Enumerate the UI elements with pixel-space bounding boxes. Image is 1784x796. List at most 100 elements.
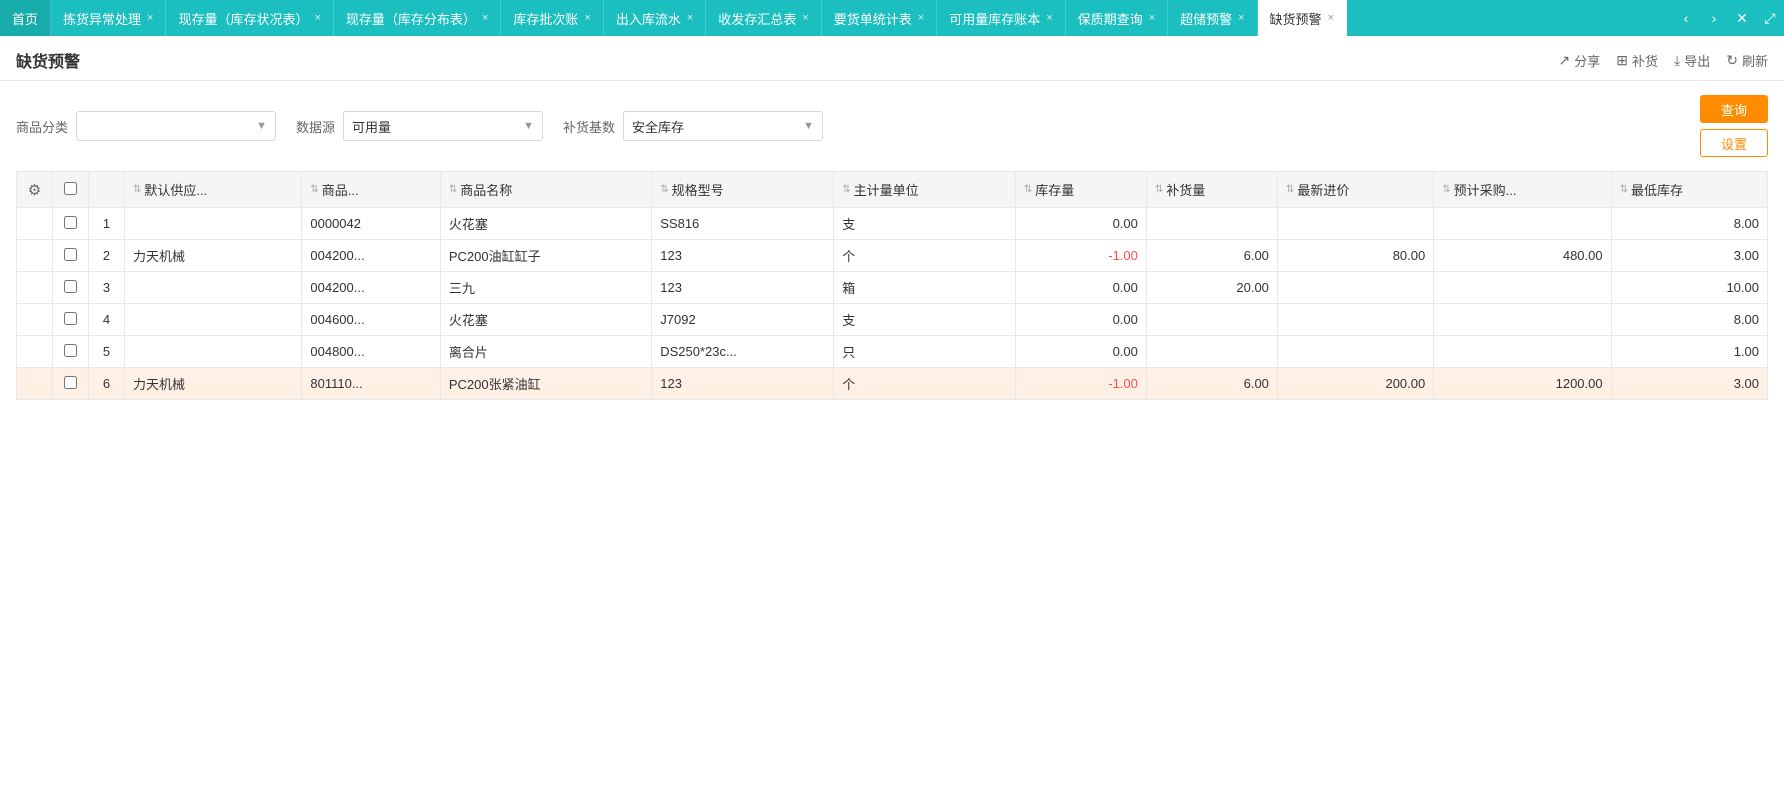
tab-purchase-stat[interactable]: 要货单统计表 × [822, 0, 937, 36]
filter-row: 商品分类 ▼ 数据源 可用量 ▼ 补货基数 安全库存 ▼ 查询 设置 [0, 81, 1784, 171]
datasource-select-arrow: ▼ [523, 120, 534, 132]
row-check-3[interactable] [53, 304, 89, 336]
row-spec-4: DS250*23c... [652, 336, 834, 368]
setting-button[interactable]: 设置 [1700, 129, 1768, 157]
tab-available-ledger[interactable]: 可用量库存账本 × [937, 0, 1065, 36]
row-supplier-5: 力天机械 [125, 368, 302, 400]
select-all-checkbox[interactable] [64, 182, 77, 195]
tab-stock-status[interactable]: 现存量（库存状况表） × [166, 0, 333, 36]
row-check-2[interactable] [53, 272, 89, 304]
row-code-5: 801110... [302, 368, 440, 400]
tab-overstock[interactable]: 超储预警 × [1168, 0, 1257, 36]
datasource-filter: 数据源 可用量 ▼ [296, 111, 543, 141]
export-button[interactable]: ⤓ 导出 [1674, 51, 1710, 70]
sort-icon-min: ⇅ [1620, 184, 1628, 195]
tab-close-all-button[interactable]: ✕ [1728, 0, 1756, 36]
th-index [89, 172, 125, 208]
row-checkbox-5[interactable] [64, 376, 77, 389]
tab-close-available-ledger[interactable]: × [1046, 12, 1052, 24]
table-container: ⚙ ⇅ 默认供应... ⇅ 商 [0, 171, 1784, 400]
row-name-0: 火花塞 [440, 208, 651, 240]
row-stock-5: -1.00 [1015, 368, 1146, 400]
tab-close-stock-dist[interactable]: × [482, 12, 488, 24]
tab-exception[interactable]: 拣货异常处理 × [51, 0, 166, 36]
sort-icon-supplier: ⇅ [133, 184, 141, 195]
row-spec-1: 123 [652, 240, 834, 272]
th-stock-qty: ⇅ 库存量 [1015, 172, 1146, 208]
row-min-stock-4: 1.00 [1611, 336, 1767, 368]
row-code-2: 004200... [302, 272, 440, 304]
table-body: 1 0000042 火花塞 SS816 支 0.00 8.00 2 力天机械 0… [17, 208, 1768, 400]
row-check-4[interactable] [53, 336, 89, 368]
tab-close-shortage[interactable]: × [1328, 12, 1334, 24]
tab-shortage[interactable]: 缺货预警 × [1258, 0, 1347, 36]
refresh-icon: ↻ [1726, 52, 1738, 69]
tab-close-batch-account[interactable]: × [584, 12, 590, 24]
row-replenish-1: 6.00 [1146, 240, 1277, 272]
row-checkbox-4[interactable] [64, 344, 77, 357]
row-index-3: 4 [89, 304, 125, 336]
row-check-5[interactable] [53, 368, 89, 400]
refresh-button[interactable]: ↻ 刷新 [1726, 51, 1768, 70]
replenish-button[interactable]: ⊞ 补货 [1616, 51, 1658, 70]
page-container: 缺货预警 ↗ 分享 ⊞ 补货 ⤓ 导出 ↻ 刷新 商品分类 [0, 36, 1784, 796]
sort-icon-code: ⇅ [310, 184, 318, 195]
tab-inout-flow[interactable]: 出入库流水 × [604, 0, 706, 36]
row-index-0: 1 [89, 208, 125, 240]
tab-batch-account[interactable]: 库存批次账 × [501, 0, 603, 36]
row-spec-2: 123 [652, 272, 834, 304]
th-product-name: ⇅ 商品名称 [440, 172, 651, 208]
query-button[interactable]: 查询 [1700, 95, 1768, 123]
row-gear-3 [17, 304, 53, 336]
tab-home[interactable]: 首页 [0, 0, 51, 36]
sort-icon-price: ⇅ [1286, 184, 1294, 195]
sort-icon-spec: ⇅ [660, 184, 668, 195]
datasource-select[interactable]: 可用量 ▼ [343, 111, 543, 141]
datasource-label: 数据源 [296, 117, 335, 136]
table-row: 4 004600... 火花塞 J7092 支 0.00 8.00 [17, 304, 1768, 336]
share-button[interactable]: ↗ 分享 [1559, 51, 1601, 70]
tab-close-overstock[interactable]: × [1238, 12, 1244, 24]
row-checkbox-3[interactable] [64, 312, 77, 325]
th-product-code: ⇅ 商品... [302, 172, 440, 208]
th-gear: ⚙ [17, 172, 53, 208]
row-checkbox-0[interactable] [64, 216, 77, 229]
row-code-3: 004600... [302, 304, 440, 336]
filter-actions: 查询 设置 [1700, 95, 1768, 157]
sort-icon-unit: ⇅ [842, 184, 850, 195]
row-unit-4: 只 [834, 336, 1016, 368]
sort-icon-name: ⇅ [449, 184, 457, 195]
row-min-stock-3: 8.00 [1611, 304, 1767, 336]
tab-expand-button[interactable]: ⤢ [1756, 0, 1784, 36]
row-check-1[interactable] [53, 240, 89, 272]
tab-close-receipt-summary[interactable]: × [802, 12, 808, 24]
row-check-0[interactable] [53, 208, 89, 240]
row-supplier-1: 力天机械 [125, 240, 302, 272]
tab-prev-button[interactable]: ‹ [1672, 0, 1700, 36]
row-name-3: 火花塞 [440, 304, 651, 336]
tab-close-purchase-stat[interactable]: × [918, 12, 924, 24]
row-checkbox-2[interactable] [64, 280, 77, 293]
row-name-1: PC200油缸缸子 [440, 240, 651, 272]
tab-next-button[interactable]: › [1700, 0, 1728, 36]
table-row: 6 力天机械 801110... PC200张紧油缸 123 个 -1.00 6… [17, 368, 1768, 400]
tab-close-exception[interactable]: × [147, 12, 153, 24]
row-checkbox-1[interactable] [64, 248, 77, 261]
row-unit-2: 箱 [834, 272, 1016, 304]
tab-close-inout-flow[interactable]: × [687, 12, 693, 24]
gear-icon[interactable]: ⚙ [28, 182, 41, 199]
replenish-base-select[interactable]: 安全库存 ▼ [623, 111, 823, 141]
tab-stock-dist[interactable]: 现存量（库存分布表） × [334, 0, 501, 36]
row-name-5: PC200张紧油缸 [440, 368, 651, 400]
row-price-5: 200.00 [1277, 368, 1433, 400]
sort-icon-stock: ⇅ [1024, 184, 1032, 195]
table-row: 3 004200... 三九 123 箱 0.00 20.00 10.00 [17, 272, 1768, 304]
row-supplier-0 [125, 208, 302, 240]
category-select-arrow: ▼ [256, 120, 267, 132]
th-latest-price: ⇅ 最新进价 [1277, 172, 1433, 208]
tab-expiry-query[interactable]: 保质期查询 × [1066, 0, 1168, 36]
tab-close-expiry-query[interactable]: × [1149, 12, 1155, 24]
category-select[interactable]: ▼ [76, 111, 276, 141]
tab-close-stock-status[interactable]: × [314, 12, 320, 24]
tab-receipt-summary[interactable]: 收发存汇总表 × [706, 0, 821, 36]
